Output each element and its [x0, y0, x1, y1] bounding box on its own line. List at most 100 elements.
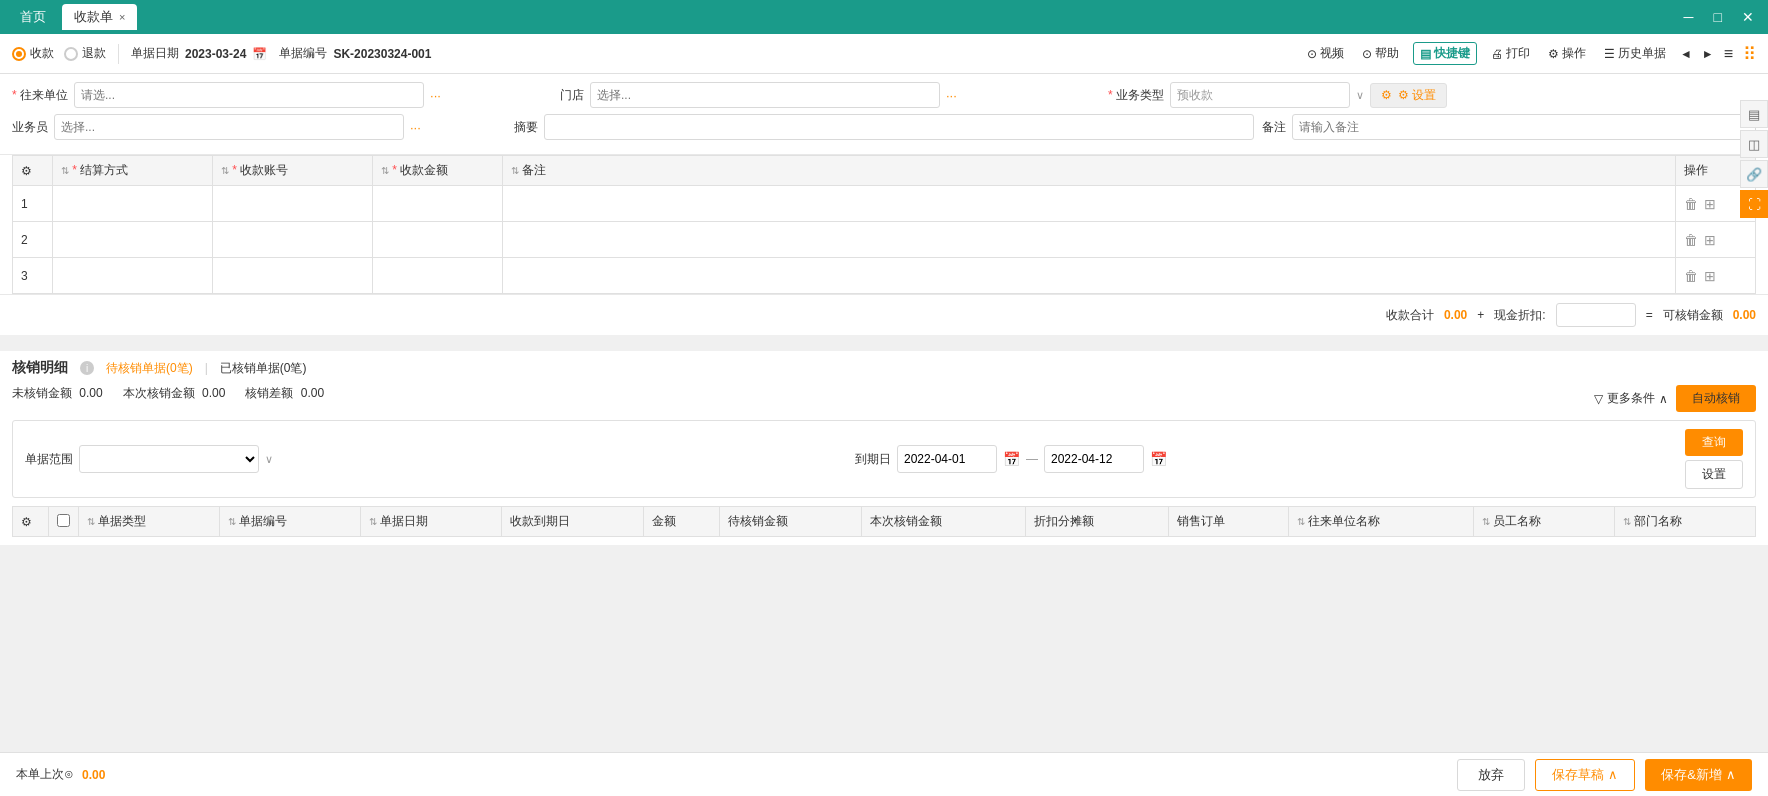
- right-panel-icon-2[interactable]: ◫: [1740, 130, 1768, 158]
- receipt-table: ⚙ ⇅ * 结算方式 ⇅ * 收款账号 ⇅ * 收款: [12, 155, 1756, 294]
- divider-1: [118, 44, 119, 64]
- row3-settlement[interactable]: [53, 258, 213, 294]
- sort-staff[interactable]: ⇅: [1482, 516, 1490, 527]
- row3-remark[interactable]: [503, 258, 1676, 294]
- nav-prev-btn[interactable]: ◄: [1680, 47, 1692, 61]
- row2-settlement[interactable]: [53, 222, 213, 258]
- staff-input[interactable]: [54, 114, 404, 140]
- form-settings-btn[interactable]: ⚙ ⚙ 设置: [1370, 83, 1447, 108]
- sort-account-icon[interactable]: ⇅: [221, 165, 229, 176]
- bottom-col-due-date: 收款到期日: [501, 507, 643, 537]
- row2-delete-icon[interactable]: 🗑: [1684, 232, 1698, 248]
- print-btn[interactable]: 🖨 打印: [1487, 43, 1534, 64]
- save-new-btn[interactable]: 保存&新增 ∧: [1645, 759, 1752, 791]
- query-btn[interactable]: 查询: [1685, 429, 1743, 456]
- pending-tab[interactable]: 待核销单据(0笔): [106, 360, 193, 377]
- row2-remark[interactable]: [503, 222, 1676, 258]
- biz-type-arrow[interactable]: ∨: [1356, 89, 1364, 102]
- partner-input[interactable]: [74, 82, 424, 108]
- bottom-col-checkbox[interactable]: [49, 507, 79, 537]
- due-date-from[interactable]: [897, 445, 997, 473]
- due-date-to[interactable]: [1044, 445, 1144, 473]
- tab-bar: 首页 收款单 × ─ □ ✕: [0, 0, 1768, 34]
- bottom-col-bill-date: ⇅ 单据日期: [360, 507, 501, 537]
- range-select[interactable]: [79, 445, 259, 473]
- tab-home[interactable]: 首页: [8, 4, 58, 30]
- row2-account[interactable]: [213, 222, 373, 258]
- row1-settlement[interactable]: [53, 186, 213, 222]
- right-panel-icon-4[interactable]: ⛶: [1740, 190, 1768, 218]
- biz-type-input[interactable]: [1170, 82, 1350, 108]
- col-settings-header[interactable]: ⚙: [13, 156, 53, 186]
- right-panel-icon-1[interactable]: ▤: [1740, 100, 1768, 128]
- sort-dept[interactable]: ⇅: [1623, 516, 1631, 527]
- shortcut-btn[interactable]: ▤ 快捷键: [1413, 42, 1477, 65]
- three-line-icon[interactable]: ≡: [1724, 45, 1733, 63]
- select-all-checkbox[interactable]: [57, 514, 70, 527]
- done-tab[interactable]: 已核销单据(0笔): [220, 360, 307, 377]
- shop-input[interactable]: [590, 82, 940, 108]
- sort-bill-type[interactable]: ⇅: [87, 516, 95, 527]
- table-row: 1 🗑 ⊞: [13, 186, 1756, 222]
- staff-more-btn[interactable]: ···: [410, 120, 421, 135]
- close-icon[interactable]: ✕: [1736, 7, 1760, 27]
- operation-btn[interactable]: ⚙ 操作: [1544, 43, 1590, 64]
- row1-remark[interactable]: [503, 186, 1676, 222]
- discount-input[interactable]: [1556, 303, 1636, 327]
- row2-copy-icon[interactable]: ⊞: [1704, 232, 1716, 248]
- verify-title: 核销明细: [12, 359, 68, 377]
- filter-row: 单据范围 ∨ 到期日 📅 — 📅 查询 设置: [12, 420, 1756, 498]
- partner-more-btn[interactable]: ···: [430, 88, 441, 103]
- sort-bill-no[interactable]: ⇅: [228, 516, 236, 527]
- draft-btn[interactable]: 保存草稿 ∧: [1535, 759, 1635, 791]
- range-arrow[interactable]: ∨: [265, 453, 273, 466]
- verify-stats: 未核销金额 0.00 本次核销金额 0.00 核销差额 0.00 ▽ 更多条件 …: [12, 385, 1756, 412]
- sort-amount-icon[interactable]: ⇅: [381, 165, 389, 176]
- radio-refund[interactable]: 退款: [64, 45, 106, 62]
- abandon-btn[interactable]: 放弃: [1457, 759, 1525, 791]
- verify-section: 核销明细 i 待核销单据(0笔) | 已核销单据(0笔) 未核销金额 0.00 …: [0, 351, 1768, 545]
- row3-delete-icon[interactable]: 🗑: [1684, 268, 1698, 284]
- radio-receipt[interactable]: 收款: [12, 45, 54, 62]
- history-btn[interactable]: ☰ 历史单据: [1600, 43, 1670, 64]
- more-conditions-btn[interactable]: ▽ 更多条件 ∧: [1594, 390, 1668, 407]
- row3-copy-icon[interactable]: ⊞: [1704, 268, 1716, 284]
- nav-next-btn[interactable]: ►: [1702, 47, 1714, 61]
- summary-input[interactable]: [544, 114, 1255, 140]
- cal-from-icon[interactable]: 📅: [1003, 451, 1020, 467]
- tab-close-icon[interactable]: ×: [119, 11, 125, 23]
- bottom-col-current: 本次核销金额: [862, 507, 1026, 537]
- staff-field: 业务员 ···: [12, 114, 506, 140]
- row3-account[interactable]: [213, 258, 373, 294]
- remark-input[interactable]: [1292, 114, 1756, 140]
- sort-partner[interactable]: ⇅: [1297, 516, 1305, 527]
- bottom-table: ⚙ ⇅ 单据类型 ⇅ 单据编号 ⇅ 单据日期: [12, 506, 1756, 537]
- filter-settings-btn[interactable]: 设置: [1685, 460, 1743, 489]
- sort-remark-icon[interactable]: ⇅: [511, 165, 519, 176]
- minimize-icon[interactable]: ─: [1678, 7, 1700, 27]
- sort-settlement-icon[interactable]: ⇅: [61, 165, 69, 176]
- biz-type-field: 业务类型 ∨ ⚙ ⚙ 设置: [1108, 82, 1756, 108]
- auto-verify-btn[interactable]: 自动核销: [1676, 385, 1756, 412]
- remark-label: 备注: [1262, 119, 1286, 136]
- eight-dot-icon[interactable]: ⠿: [1743, 43, 1756, 65]
- tab-receipt[interactable]: 收款单 ×: [62, 4, 137, 30]
- row1-delete-icon[interactable]: 🗑: [1684, 196, 1698, 212]
- sort-bill-date[interactable]: ⇅: [369, 516, 377, 527]
- video-btn[interactable]: ⊙ 视频: [1303, 43, 1348, 64]
- cal-to-icon[interactable]: 📅: [1150, 451, 1167, 467]
- row1-account[interactable]: [213, 186, 373, 222]
- range-field: 单据范围 ∨: [25, 445, 839, 473]
- calendar-icon[interactable]: 📅: [252, 47, 267, 61]
- row2-amount[interactable]: [373, 222, 503, 258]
- row3-amount[interactable]: [373, 258, 503, 294]
- row1-amount[interactable]: [373, 186, 503, 222]
- bottom-col-settings[interactable]: ⚙: [13, 507, 49, 537]
- verify-info-icon[interactable]: i: [80, 361, 94, 375]
- shop-more-btn[interactable]: ···: [946, 88, 957, 103]
- help-btn[interactable]: ⊙ 帮助: [1358, 43, 1403, 64]
- maximize-icon[interactable]: □: [1708, 7, 1728, 27]
- bill-date-label: 单据日期: [131, 45, 179, 62]
- row1-copy-icon[interactable]: ⊞: [1704, 196, 1716, 212]
- right-panel-icon-3[interactable]: 🔗: [1740, 160, 1768, 188]
